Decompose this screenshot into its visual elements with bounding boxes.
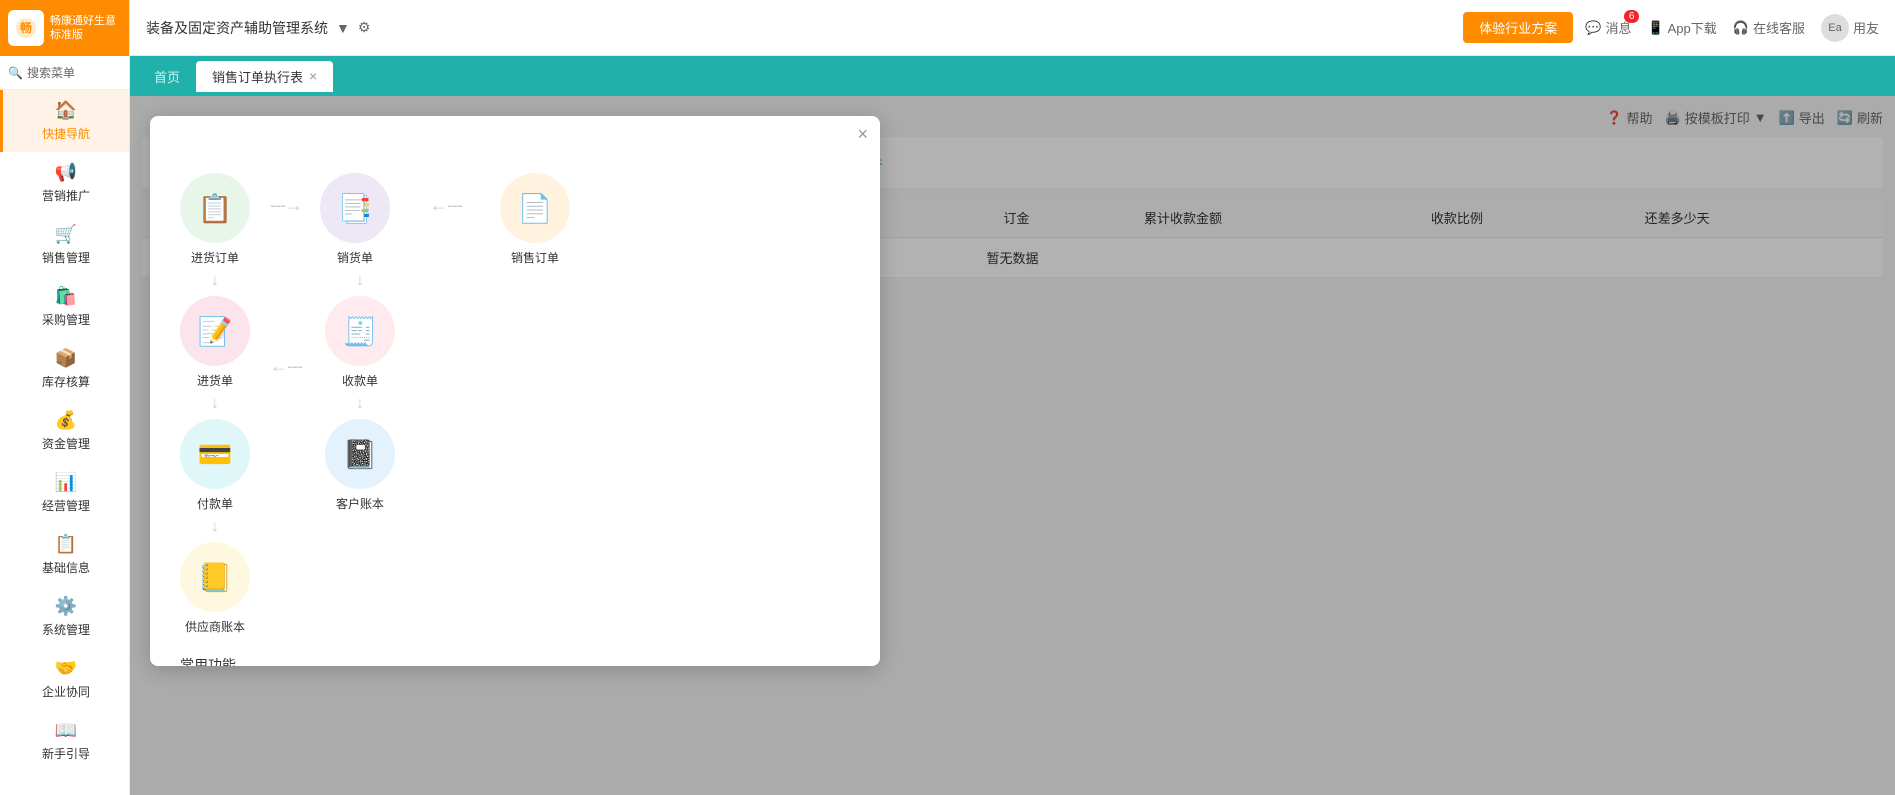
purchase-order-icon: 📋 [180,173,250,243]
arrow-down-icon-4: ↓ [356,272,364,290]
app-download-action[interactable]: 📱 App下载 [1647,18,1716,37]
down-arrow-4: ↓ [356,266,364,296]
h-arrow-sales: ← - - - [430,173,460,216]
purchase-order-node: 📋 进货订单 [180,173,250,266]
logo-text: 畅康通好生意 标准版 [50,14,116,43]
experience-btn[interactable]: 体验行业方案 [1463,12,1573,43]
system-icon: ⚙️ [55,596,77,617]
content-area: ❓ 帮助 🖨️ 按模板打印 ▼ ⬆️ 导出 🔄 刷新 [130,96,1895,795]
arrow-down-icon: ↓ [211,272,219,290]
arrow-down-icon-5: ↓ [356,395,364,413]
service-icon: 🎧 [1733,20,1749,36]
modal-close-bar: × [150,116,880,153]
settings-icon[interactable]: ⚙ [358,19,371,36]
payment-node: 💳 付款单 [180,419,250,512]
tab-home[interactable]: 首页 [138,61,196,92]
online-service-action[interactable]: 🎧 在线客服 [1733,18,1805,37]
modal-overlay[interactable]: × 📋 进货订单 ↓ [130,96,1895,795]
finance-icon: 💰 [55,410,77,431]
down-arrow-3: ↓ [211,512,219,542]
avatar: Ea [1821,14,1849,42]
home-icon: 🏠 [55,100,77,121]
supplier-ledger-node: 📒 供应商账本 [180,542,250,635]
sidebar-logo: 畅 畅康通好生意 标准版 [0,0,129,56]
sidebar-item-purchase[interactable]: 🛍️ 采购管理 [0,276,129,338]
sales-invoice-node: 📑 销货单 [320,173,390,266]
message-icon: 💬 [1585,20,1601,36]
sidebar: 畅 畅康通好生意 标准版 🔍 搜索菜单 🏠 快捷导航 📢 营销推广 🛒 销售管理 [0,0,130,795]
operations-icon: 📊 [55,472,77,493]
sales-order-icon: 📄 [500,173,570,243]
sidebar-item-inventory[interactable]: 📦 库存核算 [0,338,129,400]
purchase-invoice-icon: 📝 [180,296,250,366]
sidebar-item-finance[interactable]: 💰 资金管理 [0,400,129,462]
receipt-icon: 🧾 [325,296,395,366]
h-arrows: - - - → ← - - - [270,173,300,377]
sidebar-item-sales[interactable]: 🛒 销售管理 [0,214,129,276]
download-icon: 📱 [1647,20,1663,36]
marketing-icon: 📢 [55,162,77,183]
topbar: 装备及固定资产辅助管理系统 ▼ ⚙ 体验行业方案 💬 消息 6 📱 App下载 … [130,0,1895,56]
purchase-icon: 🛍️ [55,286,77,307]
receipt-node: 🧾 收款单 [325,296,395,389]
modal-dialog: × 📋 进货订单 ↓ [150,116,880,666]
basic-info-icon: 📋 [55,534,77,555]
sales-icon: 🛒 [55,224,77,245]
customer-ledger-node: 📓 客户账本 [325,419,395,512]
modal-close-btn[interactable]: × [857,124,868,145]
tabbar: 首页 销售订单执行表 × [130,56,1895,96]
down-arrow-2: ↓ [211,389,219,419]
down-arrow-1: ↓ [211,266,219,296]
tab-sales-order[interactable]: 销售订单执行表 × [196,61,333,92]
logo-icon: 畅 [8,10,44,46]
h-arrow-bottom: ← - - - [270,356,300,377]
customer-ledger-icon: 📓 [325,419,395,489]
sidebar-item-quick-nav[interactable]: 🏠 快捷导航 [0,90,129,152]
modal-body: 📋 进货订单 ↓ 📝 进货单 ↓ 💳 [150,153,880,666]
inventory-icon: 📦 [55,348,77,369]
topbar-actions: 💬 消息 6 📱 App下载 🎧 在线客服 Ea 用友 [1585,14,1879,42]
arrow-down-icon-3: ↓ [211,518,219,536]
payment-icon: 💳 [180,419,250,489]
sidebar-item-enterprise[interactable]: 🤝 企业协同 [0,648,129,710]
newbie-icon: 📖 [55,720,77,741]
arrow-down-icon-2: ↓ [211,395,219,413]
supplier-ledger-icon: 📒 [180,542,250,612]
sales-invoice-icon: 📑 [320,173,390,243]
down-arrow-5: ↓ [356,389,364,419]
sales-order-node: 📄 销售订单 [500,173,570,266]
h-arrow-top: - - - → [270,195,300,216]
common-functions-title: 常用功能 [180,655,850,666]
dropdown-icon[interactable]: ▼ [336,20,350,36]
sidebar-item-newbie[interactable]: 📖 新手引导 [0,710,129,772]
svg-text:畅: 畅 [20,20,32,35]
user-action[interactable]: Ea 用友 [1821,14,1879,42]
purchase-invoice-node: 📝 进货单 [180,296,250,389]
sidebar-menu: 🏠 快捷导航 📢 营销推广 🛒 销售管理 🛍️ 采购管理 📦 库存核算 💰 [0,90,129,795]
enterprise-icon: 🤝 [55,658,77,679]
message-action[interactable]: 💬 消息 6 [1585,18,1631,37]
main-area: 装备及固定资产辅助管理系统 ▼ ⚙ 体验行业方案 💬 消息 6 📱 App下载 … [130,0,1895,795]
sidebar-item-system[interactable]: ⚙️ 系统管理 [0,586,129,648]
sidebar-search[interactable]: 🔍 搜索菜单 [0,56,129,90]
sidebar-item-marketing[interactable]: 📢 营销推广 [0,152,129,214]
topbar-title: 装备及固定资产辅助管理系统 ▼ ⚙ [146,18,1451,38]
sidebar-item-basic-info[interactable]: 📋 基础信息 [0,524,129,586]
sidebar-item-operations[interactable]: 📊 经营管理 [0,462,129,524]
common-functions: 常用功能 商品 往来单位 现存量(库存状况表) 现存量(库存分布表) 销售毛利分… [180,655,850,666]
tab-close-icon[interactable]: × [309,68,317,84]
search-icon: 🔍 [8,66,23,80]
